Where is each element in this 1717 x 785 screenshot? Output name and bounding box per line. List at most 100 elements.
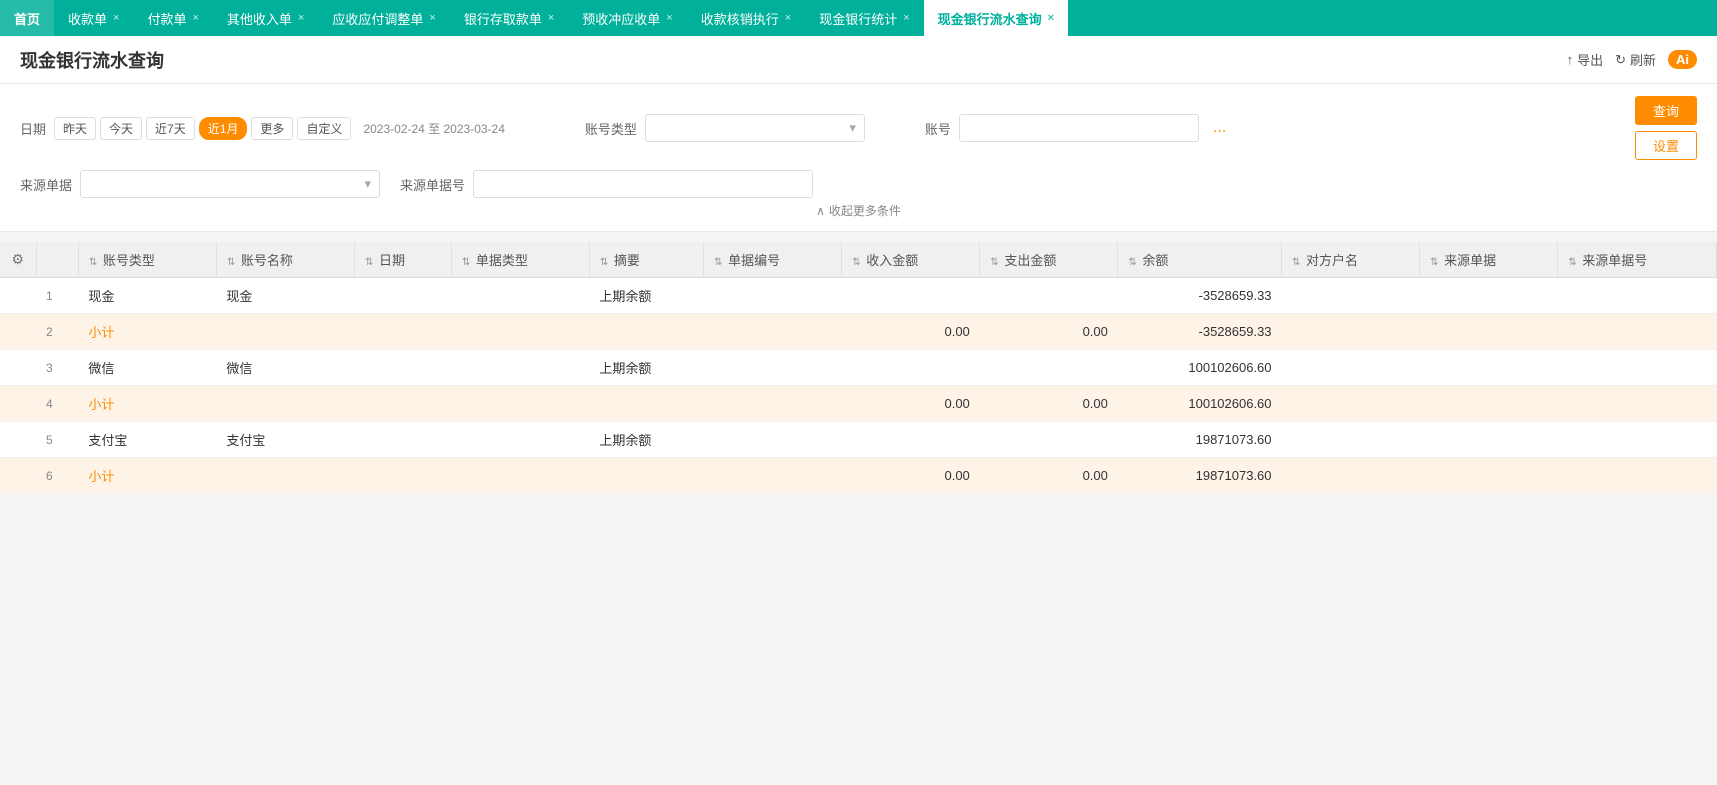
table-row[interactable]: 2小计0.000.00-3528659.33 [0,314,1717,350]
table-cell [704,278,842,314]
table-cell [1420,278,1558,314]
date-custom[interactable]: 自定义 [297,117,351,140]
nav-item-5[interactable]: 银行存取款单 × [450,0,568,36]
table-cell [354,386,451,422]
refresh-button[interactable]: ↻ 刷新 [1615,50,1656,69]
table-cell [589,386,703,422]
nav-home-label: 首页 [14,9,40,28]
table-cell [1420,422,1558,458]
nav-item-7[interactable]: 收款核销执行 × [687,0,805,36]
table-cell [589,314,703,350]
table-row[interactable]: 3微信微信上期余额100102606.60 [0,350,1717,386]
table-cell: 0.00 [980,458,1118,494]
account-dots-button[interactable]: ... [1207,119,1232,137]
table-row[interactable]: 1现金现金上期余额-3528659.33 [0,278,1717,314]
ai-badge[interactable]: Ai [1668,50,1697,69]
close-tab-3[interactable]: × [298,12,304,24]
table-cell: 2 [36,314,78,350]
table-row[interactable]: 6小计0.000.0019871073.60 [0,458,1717,494]
refresh-icon: ↻ [1615,52,1626,68]
table-cell [216,314,354,350]
account-input[interactable] [959,114,1199,142]
close-tab-4[interactable]: × [429,12,435,24]
sort-arrows-doc-type: ⇅ [462,257,470,268]
account-type-filter-group: 账号类型 ▾ [585,114,865,142]
table-cell [842,278,980,314]
date-1month[interactable]: 近1月 [199,117,248,140]
nav-item-8[interactable]: 现金银行统计 × [805,0,923,36]
th-source-doc-no[interactable]: ⇅ 来源单据号 [1558,242,1717,278]
th-account-name[interactable]: ⇅ 账号名称 [216,242,354,278]
table-container: ⚙ ⇅ 账号类型 ⇅ 账号名称 ⇅ 日期 ⇅ 单据类型 [0,242,1717,494]
sort-arrows-source-doc-no: ⇅ [1568,257,1576,268]
source-doc-select[interactable]: ▾ [80,170,380,198]
th-counterpart[interactable]: ⇅ 对方户名 [1282,242,1420,278]
table-cell [1558,386,1717,422]
table-cell [451,386,589,422]
date-7days[interactable]: 近7天 [146,117,195,140]
close-tab-9[interactable]: × [1048,12,1054,24]
nav-item-3[interactable]: 其他收入单 × [213,0,318,36]
sort-arrows-income: ⇅ [852,257,860,268]
table-cell [1282,422,1420,458]
table-cell: 100102606.60 [1118,350,1282,386]
table-cell [704,422,842,458]
nav-item-9[interactable]: 现金银行流水查询 × [924,0,1068,36]
nav-item-2[interactable]: 付款单 × [133,0,212,36]
table-cell [1282,314,1420,350]
close-tab-6[interactable]: × [666,12,672,24]
table-cell: 0.00 [842,386,980,422]
table-cell: 小计 [78,458,216,494]
th-settings[interactable]: ⚙ [0,242,36,278]
th-expense[interactable]: ⇅ 支出金额 [980,242,1118,278]
sort-arrows-counterpart: ⇅ [1292,257,1300,268]
table-cell: 0.00 [980,386,1118,422]
settings-button[interactable]: 设置 [1635,131,1697,160]
close-tab-1[interactable]: × [113,12,119,24]
query-button[interactable]: 查询 [1635,96,1697,125]
table-cell: 微信 [78,350,216,386]
nav-label-5: 银行存取款单 [464,9,542,28]
table-row[interactable]: 4小计0.000.00100102606.60 [0,386,1717,422]
close-tab-2[interactable]: × [192,12,198,24]
th-source-doc[interactable]: ⇅ 来源单据 [1420,242,1558,278]
date-more[interactable]: 更多 [251,117,293,140]
date-yesterday[interactable]: 昨天 [54,117,96,140]
gear-icon[interactable]: ⚙ [11,251,24,267]
table-cell [1558,422,1717,458]
table-cell [980,350,1118,386]
sort-arrows-source-doc: ⇅ [1430,257,1438,268]
th-income[interactable]: ⇅ 收入金额 [842,242,980,278]
th-account-type[interactable]: ⇅ 账号类型 [78,242,216,278]
th-source-doc-no-label: 来源单据号 [1582,253,1647,268]
th-balance[interactable]: ⇅ 余额 [1118,242,1282,278]
table-cell [216,386,354,422]
th-income-label: 收入金额 [866,253,918,268]
collapse-button[interactable]: ∧ 收起更多条件 [816,202,901,219]
th-doc-type[interactable]: ⇅ 单据类型 [451,242,589,278]
date-today[interactable]: 今天 [100,117,142,140]
table-cell: 0.00 [842,458,980,494]
nav-item-6[interactable]: 预收冲应收单 × [568,0,686,36]
th-doc-type-label: 单据类型 [476,253,528,268]
source-doc-no-input[interactable] [473,170,813,198]
page-header: 现金银行流水查询 ↑ 导出 ↻ 刷新 Ai [0,36,1717,84]
close-tab-8[interactable]: × [903,12,909,24]
account-type-select[interactable]: ▾ [645,114,865,142]
table-cell [589,458,703,494]
export-button[interactable]: ↑ 导出 [1567,50,1604,69]
th-summary[interactable]: ⇅ 摘要 [589,242,703,278]
th-date[interactable]: ⇅ 日期 [354,242,451,278]
table-cell [216,458,354,494]
nav-item-4[interactable]: 应收应付调整单 × [318,0,449,36]
th-doc-no-label: 单据编号 [728,253,780,268]
table-cell [451,458,589,494]
th-balance-label: 余额 [1142,253,1168,268]
close-tab-5[interactable]: × [548,12,554,24]
table-row[interactable]: 5支付宝支付宝上期余额19871073.60 [0,422,1717,458]
nav-home[interactable]: 首页 [0,0,54,36]
th-doc-no[interactable]: ⇅ 单据编号 [704,242,842,278]
close-tab-7[interactable]: × [785,12,791,24]
nav-label-6: 预收冲应收单 [582,9,660,28]
nav-item-1[interactable]: 收款单 × [54,0,133,36]
